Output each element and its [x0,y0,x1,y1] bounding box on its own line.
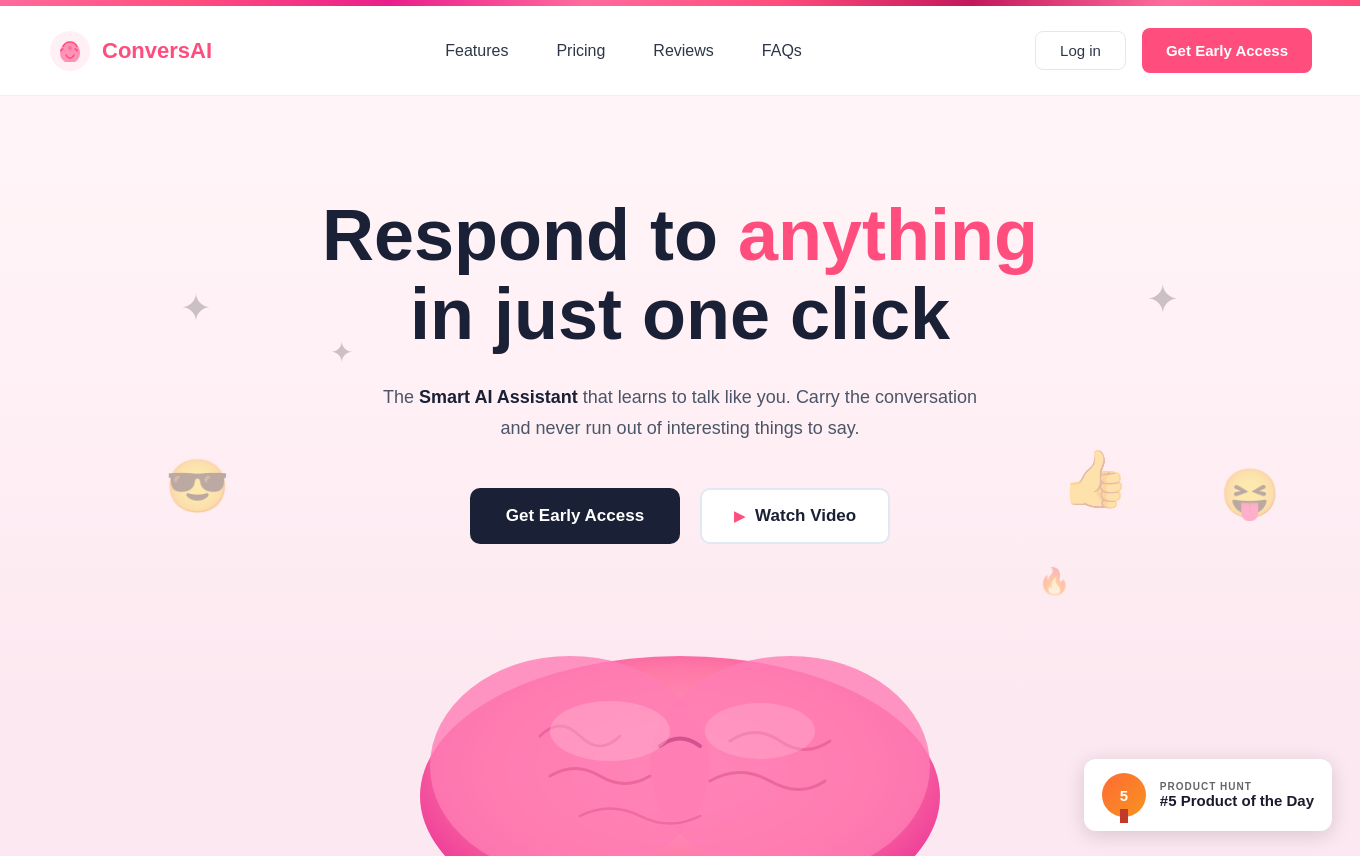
hero-early-access-button[interactable]: Get Early Access [470,488,680,544]
ph-ribbon [1120,809,1128,823]
nav-features[interactable]: Features [445,42,508,59]
ph-medal: 5 [1102,773,1146,817]
svg-point-1 [68,46,72,50]
deco-sparkle-topright: ✦ [1146,276,1180,322]
ph-title: #5 Product of the Day [1160,792,1314,809]
deco-sunglasses-emoji: 😎 [165,456,230,517]
nav-pricing[interactable]: Pricing [556,42,605,59]
ph-label: PRODUCT HUNT [1160,781,1314,792]
nav-links: Features Pricing Reviews FAQs [445,42,802,60]
svg-point-6 [705,703,815,759]
hero-title: Respond to anything in just one click [322,196,1038,354]
deco-sparkle-topleft: ✦ [180,286,212,330]
deco-fire: 🔥 [1038,566,1070,597]
nav-actions: Log in Get Early Access [1035,28,1312,73]
product-hunt-badge: 5 PRODUCT HUNT #5 Product of the Day [1084,759,1332,831]
hero-section: ✦ ✦ 😎 👍 😝 ✦ 🔥 Respond to anything in jus… [0,96,1360,856]
hero-buttons: Get Early Access ▶ Watch Video [322,488,1038,544]
nav-reviews[interactable]: Reviews [653,42,713,59]
nav-faqs[interactable]: FAQs [762,42,802,59]
deco-thumbsup-emoji: 👍 [1060,446,1130,512]
ph-info: PRODUCT HUNT #5 Product of the Day [1160,781,1314,809]
deco-laugh-emoji: 😝 [1220,466,1280,522]
play-icon: ▶ [734,508,745,524]
logo-link[interactable]: ConversAI [48,29,212,73]
nav-early-access-button[interactable]: Get Early Access [1142,28,1312,73]
main-nav: ConversAI Features Pricing Reviews FAQs … [0,6,1360,96]
hero-content: Respond to anything in just one click Th… [322,196,1038,544]
logo-text: ConversAI [102,38,212,64]
hero-subtitle: The Smart AI Assistant that learns to ta… [380,382,980,443]
svg-point-5 [550,701,670,761]
brain-illustration [380,576,980,856]
login-button[interactable]: Log in [1035,31,1126,70]
logo-icon [48,29,92,73]
hero-watch-video-button[interactable]: ▶ Watch Video [700,488,890,544]
